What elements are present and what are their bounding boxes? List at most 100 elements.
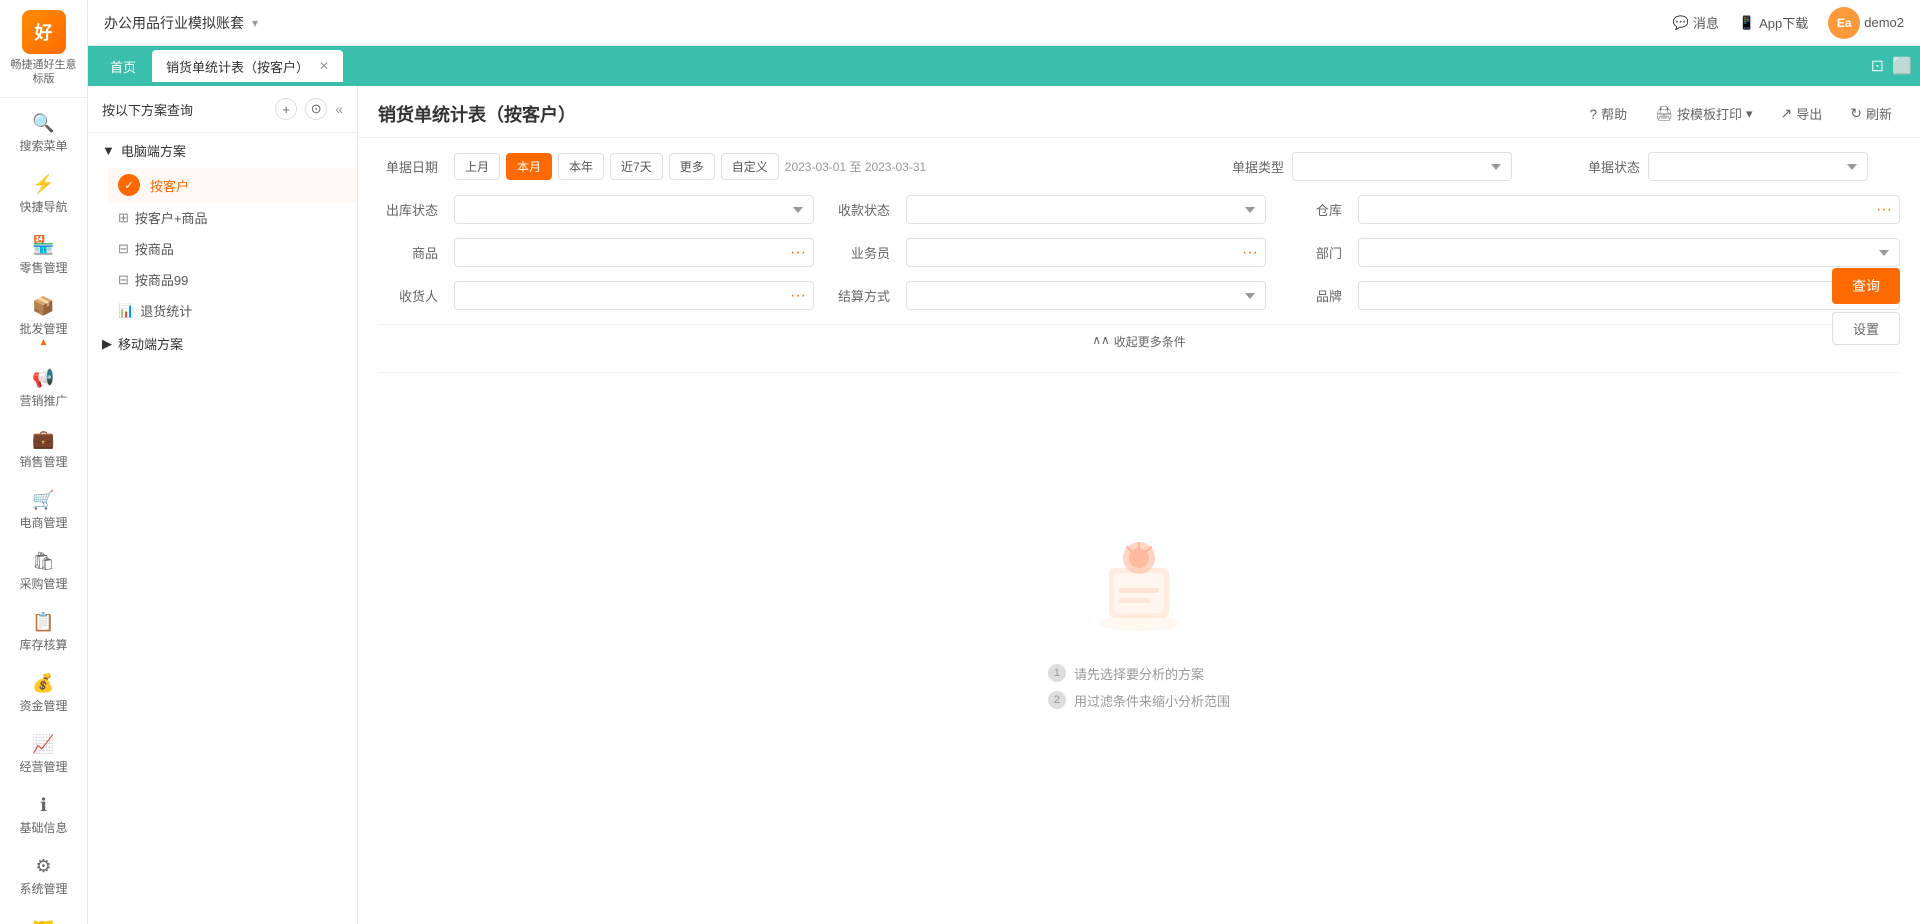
sidebar: 好 畅捷通好生意标版 🔍 搜索菜单 ⚡ 快捷导航 🏪 零售管理 📦 批发管理 ▲… [0,0,88,924]
add-scheme-btn[interactable]: + [275,98,297,120]
query-btn[interactable]: 查询 [1832,268,1900,304]
collapse-bar[interactable]: ∧∧ 收起更多条件 [378,324,1900,358]
sidebar-item-wholesale[interactable]: 📦 批发管理 ▲ [0,286,87,358]
out-status-select[interactable] [454,195,814,224]
sidebar-item-purchase[interactable]: 🛍 采购管理 [0,541,87,602]
type-group: 单据类型 [1224,152,1564,181]
receive-status-select[interactable] [906,195,1266,224]
receiver-label: 收货人 [378,286,438,305]
tree-item-by-customer[interactable]: ✓ 按客户 [108,168,357,202]
tab-close-icon[interactable]: ✕ [319,59,329,73]
tree-item-return-stats[interactable]: 📊 退货统计 [108,295,357,326]
tip-text-2: 用过滤条件来缩小分析范围 [1074,691,1230,710]
empty-tips: 1 请先选择要分析的方案 2 用过滤条件来缩小分析范围 [1048,664,1230,710]
tree-desktop-section[interactable]: ▼ 电脑端方案 [88,133,357,168]
topbar-left: 办公用品行业模拟账套 ▾ [104,13,258,33]
tip-num-2: 2 [1048,691,1066,709]
goods-dots[interactable]: ··· [790,244,806,262]
basic-icon: ℹ [40,795,47,816]
sidebar-item-retail[interactable]: 🏪 零售管理 [0,225,87,286]
date-group: 上月 本月 本年 近7天 更多 自定义 2023-03-01 至 2023-03… [454,153,1208,180]
ecommerce-icon: 🛒 [32,490,54,511]
sidebar-item-inventory[interactable]: 📋 库存核算 [0,602,87,663]
sidebar-item-quicknav[interactable]: ⚡ 快捷导航 [0,164,87,225]
collapse-left-btn[interactable]: « [335,101,343,117]
sidebar-item-system[interactable]: ⚙ 系统管理 [0,846,87,907]
empty-state: 1 请先选择要分析的方案 2 用过滤条件来缩小分析范围 [358,373,1920,924]
tree-item-by-goods-99[interactable]: ⊟ 按商品99 [108,264,357,295]
brand-input[interactable] [1358,281,1900,310]
user-area[interactable]: Ea demo2 [1828,7,1904,39]
salesperson-input[interactable] [906,238,1266,267]
payment-select[interactable] [906,281,1266,310]
type-select-wrap [1292,152,1564,181]
tab-actions: ⊡ ⬜ [1871,56,1912,76]
date-btn-more[interactable]: 更多 [669,153,715,180]
sidebar-item-search[interactable]: 🔍 搜索菜单 [0,103,87,164]
enterprise-icon: 🤝 [32,917,54,924]
refresh-btn[interactable]: ↻ 刷新 [1842,100,1900,127]
tab-home[interactable]: 首页 [96,50,150,82]
department-select[interactable] [1358,238,1900,267]
sidebar-item-sales[interactable]: 💼 销售管理 [0,419,87,480]
system-icon: ⚙ [35,856,51,877]
tree-mobile-section[interactable]: ▶ 移动端方案 [88,326,357,361]
left-panel: 按以下方案查询 + ⊙ « ▼ 电脑端方案 ✓ 按客户 ⊞ 按客户+商品 [88,86,358,924]
warehouse-wrap: ··· [1358,195,1900,224]
date-btn-last-month[interactable]: 上月 [454,153,500,180]
refresh-label: 刷新 [1866,104,1892,123]
refresh-icon: ↻ [1850,105,1862,122]
filter-row-1: 单据日期 上月 本月 本年 近7天 更多 自定义 2023-03-01 至 20… [378,152,1900,181]
sidebar-item-basic[interactable]: ℹ 基础信息 [0,785,87,846]
query-buttons: 查询 设置 [1832,268,1900,345]
app-download-btn[interactable]: 📱 App下载 [1739,13,1808,32]
message-icon: 💬 [1673,15,1689,31]
tab-maximize-btn[interactable]: ⬜ [1892,56,1912,76]
page-actions: ? 帮助 🖨 按模板打印 ▾ ↗ 导出 ↻ 刷新 [1581,100,1900,127]
tree-item-by-goods[interactable]: ⊟ 按商品 [108,233,357,264]
settings-btn[interactable]: 设置 [1832,312,1900,345]
page-header: 销货单统计表（按客户） ? 帮助 🖨 按模板打印 ▾ ↗ 导出 [358,86,1920,138]
status-select[interactable] [1648,152,1868,181]
topbar: 办公用品行业模拟账套 ▾ 💬 消息 📱 App下载 Ea demo2 [88,0,1920,46]
sidebar-item-operation[interactable]: 📈 经营管理 [0,724,87,785]
date-btn-7days[interactable]: 近7天 [610,153,663,180]
salesperson-dots[interactable]: ··· [1242,244,1258,262]
receive-status-label: 收款状态 [830,200,890,219]
sidebar-item-enterprise[interactable]: 🤝 企业协同 [0,907,87,924]
app-icon: 📱 [1739,15,1755,31]
tab-sales-stats[interactable]: 销货单统计表（按客户） ✕ [152,50,343,82]
export-btn[interactable]: ↗ 导出 [1773,100,1831,127]
sidebar-item-marketing[interactable]: 📢 营销推广 [0,358,87,419]
left-panel-title: 按以下方案查询 [102,100,193,119]
sidebar-item-finance[interactable]: 💰 资金管理 [0,663,87,724]
messages-btn[interactable]: 💬 消息 [1673,13,1719,32]
type-select[interactable] [1292,152,1512,181]
warehouse-dots[interactable]: ··· [1876,201,1892,219]
type-label: 单据类型 [1224,157,1284,176]
tree-item-label: 按商品99 [135,270,188,289]
warehouse-input[interactable] [1358,195,1900,224]
tree-item-by-customer-goods[interactable]: ⊞ 按客户+商品 [108,202,357,233]
grid-icon: ⊞ [118,210,129,226]
date-btn-this-month[interactable]: 本月 [506,153,552,180]
template-print-btn[interactable]: 🖨 按模板打印 ▾ [1647,100,1760,127]
salesperson-wrap: ··· [906,238,1266,267]
goods-input[interactable] [454,238,814,267]
list-icon: ⊟ [118,241,129,257]
topbar-dropdown-icon[interactable]: ▾ [252,16,258,30]
date-btn-this-year[interactable]: 本年 [558,153,604,180]
receiver-input[interactable] [454,281,814,310]
settings-scheme-btn[interactable]: ⊙ [305,98,327,120]
receive-status-wrap [906,195,1266,224]
tree-item-label: 按商品 [135,239,174,258]
date-btn-custom[interactable]: 自定义 [721,153,779,180]
mobile-section-label: 移动端方案 [118,334,183,353]
sidebar-item-ecommerce[interactable]: 🛒 电商管理 [0,480,87,541]
receiver-dots[interactable]: ··· [790,287,806,305]
tab-restore-btn[interactable]: ⊡ [1871,56,1884,76]
receiver-wrap: ··· [454,281,814,310]
help-label: 帮助 [1601,104,1627,123]
operation-icon: 📈 [32,734,54,755]
help-btn[interactable]: ? 帮助 [1581,100,1635,127]
